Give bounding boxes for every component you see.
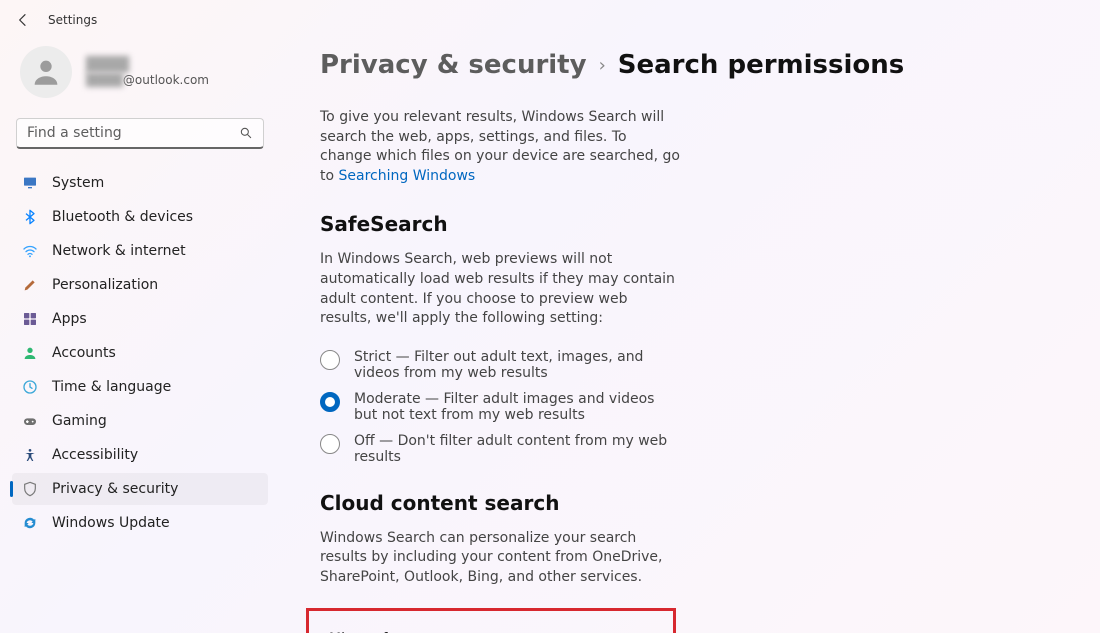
sidebar-item-label: Privacy & security	[52, 481, 178, 497]
user-name: ████	[86, 57, 209, 73]
sidebar-item-label: Windows Update	[52, 515, 170, 531]
page-title: Search permissions	[618, 50, 904, 80]
chevron-right-icon: ›	[599, 55, 606, 76]
sidebar-item-accessibility[interactable]: Accessibility	[12, 439, 268, 471]
shield-icon	[22, 481, 38, 497]
safesearch-radio-group: Strict — Filter out adult text, images, …	[320, 349, 1060, 465]
sidebar-item-network[interactable]: Network & internet	[12, 235, 268, 267]
monitor-icon	[22, 175, 38, 191]
gamepad-icon	[22, 413, 38, 429]
user-email: ████@outlook.com	[86, 73, 209, 87]
sidebar-item-system[interactable]: System	[12, 167, 268, 199]
user-text: ████ ████@outlook.com	[86, 57, 209, 87]
radio-label: Off — Don't filter adult content from my…	[354, 433, 680, 465]
sidebar-item-label: Network & internet	[52, 243, 186, 259]
safesearch-option-off[interactable]: Off — Don't filter adult content from my…	[320, 433, 680, 465]
search-placeholder: Find a setting	[27, 125, 239, 141]
intro-text: To give you relevant results, Windows Se…	[320, 108, 680, 186]
searching-windows-link[interactable]: Searching Windows	[339, 168, 476, 184]
wifi-icon	[22, 243, 38, 259]
highlight-box: Microsoft account Allow Windows Search t…	[306, 608, 676, 633]
radio-icon	[320, 434, 340, 454]
sidebar-item-label: Accessibility	[52, 447, 138, 463]
safesearch-heading: SafeSearch	[320, 212, 1060, 236]
radio-icon	[320, 350, 340, 370]
nav-list: System Bluetooth & devices Network & int…	[12, 167, 268, 539]
breadcrumb: Privacy & security › Search permissions	[320, 50, 1060, 80]
sidebar-item-accounts[interactable]: Accounts	[12, 337, 268, 369]
accessibility-icon	[22, 447, 38, 463]
sidebar-item-label: Bluetooth & devices	[52, 209, 193, 225]
sidebar-item-windows-update[interactable]: Windows Update	[12, 507, 268, 539]
breadcrumb-parent[interactable]: Privacy & security	[320, 50, 587, 80]
sidebar-item-label: System	[52, 175, 104, 191]
radio-label: Strict — Filter out adult text, images, …	[354, 349, 680, 381]
paintbrush-icon	[22, 277, 38, 293]
clock-globe-icon	[22, 379, 38, 395]
user-account-row[interactable]: ████ ████@outlook.com	[12, 40, 268, 114]
sidebar-item-label: Apps	[52, 311, 87, 327]
person-icon	[22, 345, 38, 361]
sidebar-item-personalization[interactable]: Personalization	[12, 269, 268, 301]
sidebar-item-bluetooth[interactable]: Bluetooth & devices	[12, 201, 268, 233]
radio-label: Moderate — Filter adult images and video…	[354, 391, 680, 423]
sidebar-item-label: Personalization	[52, 277, 158, 293]
search-icon	[239, 126, 253, 140]
radio-icon	[320, 392, 340, 412]
search-input[interactable]: Find a setting	[16, 118, 264, 149]
sidebar-item-label: Time & language	[52, 379, 171, 395]
update-icon	[22, 515, 38, 531]
bluetooth-icon	[22, 209, 38, 225]
sidebar-item-gaming[interactable]: Gaming	[12, 405, 268, 437]
sidebar-item-apps[interactable]: Apps	[12, 303, 268, 335]
sidebar-item-privacy-security[interactable]: Privacy & security	[12, 473, 268, 505]
sidebar: ████ ████@outlook.com Find a setting Sys…	[0, 40, 280, 633]
safesearch-option-moderate[interactable]: Moderate — Filter adult images and video…	[320, 391, 680, 423]
apps-icon	[22, 311, 38, 327]
cloud-item-microsoft-account: Microsoft account Allow Windows Search t…	[319, 621, 663, 633]
sidebar-item-time-language[interactable]: Time & language	[12, 371, 268, 403]
safesearch-desc: In Windows Search, web previews will not…	[320, 250, 680, 328]
main-content: Privacy & security › Search permissions …	[280, 40, 1100, 633]
avatar	[20, 46, 72, 98]
titlebar: Settings	[0, 0, 1100, 40]
cloud-desc: Windows Search can personalize your sear…	[320, 529, 680, 588]
sidebar-item-label: Gaming	[52, 413, 107, 429]
window-title: Settings	[48, 13, 97, 27]
safesearch-option-strict[interactable]: Strict — Filter out adult text, images, …	[320, 349, 680, 381]
cloud-heading: Cloud content search	[320, 491, 1060, 515]
back-button[interactable]	[14, 11, 32, 29]
sidebar-item-label: Accounts	[52, 345, 116, 361]
